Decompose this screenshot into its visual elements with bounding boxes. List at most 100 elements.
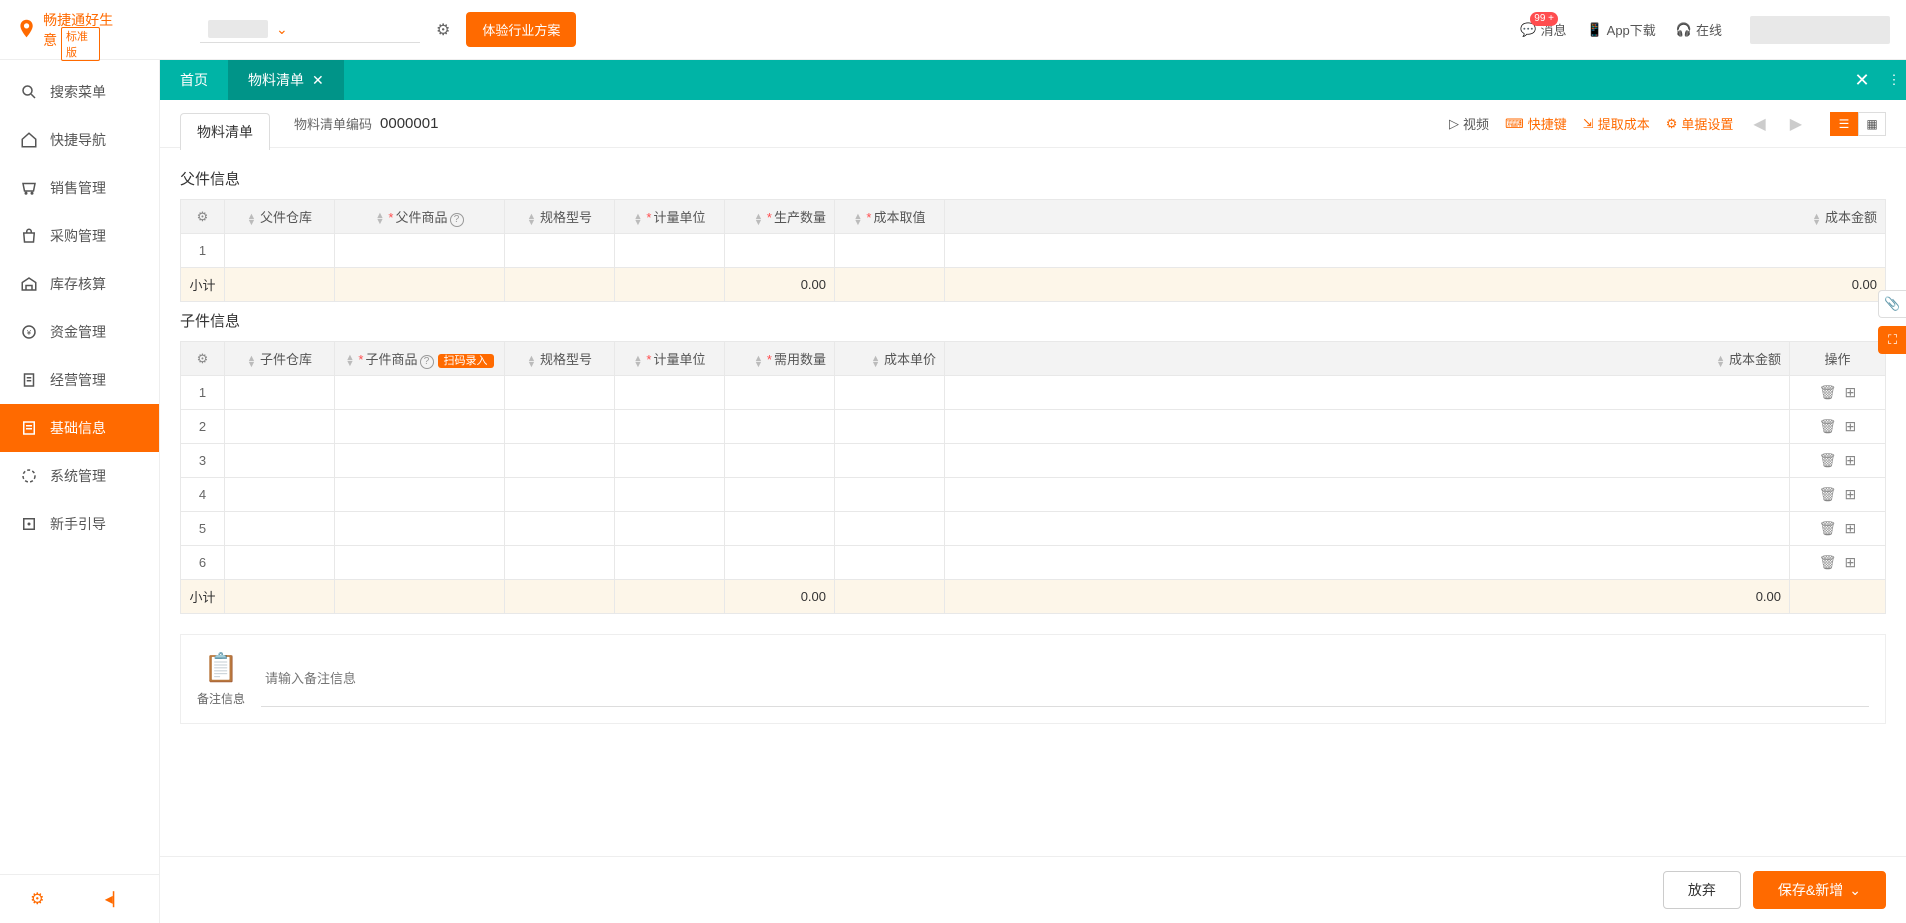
cell[interactable]	[945, 512, 1790, 546]
col-child-cost-amount[interactable]: ▲▼成本金额	[945, 342, 1790, 376]
info-icon[interactable]: ?	[450, 213, 464, 227]
col-child-unit-cost[interactable]: ▲▼成本单价	[835, 342, 945, 376]
gear-column-header[interactable]: ⚙	[181, 200, 225, 234]
delete-row-icon[interactable]: 🗑	[1819, 418, 1837, 434]
cell[interactable]	[335, 546, 505, 580]
delete-row-icon[interactable]: 🗑	[1819, 554, 1837, 570]
cell[interactable]	[725, 376, 835, 410]
content-scroll[interactable]: 父件信息 ⚙ ▲▼父件仓库 ▲▼*父件商品? ▲▼规格型号 ▲▼*计量单位 ▲▼…	[160, 148, 1906, 856]
col-child-warehouse[interactable]: ▲▼子件仓库	[225, 342, 335, 376]
col-parent-cost-method[interactable]: ▲▼*成本取值	[835, 200, 945, 234]
cell[interactable]	[945, 546, 1790, 580]
cell[interactable]	[335, 512, 505, 546]
cell[interactable]	[335, 410, 505, 444]
close-icon[interactable]: ✕	[312, 72, 324, 89]
child-row[interactable]: 6🗑⊞	[181, 546, 1886, 580]
col-child-need-qty[interactable]: ▲▼*需用数量	[725, 342, 835, 376]
tab-bom[interactable]: 物料清单 ✕	[228, 60, 344, 100]
cell[interactable]	[225, 234, 335, 268]
delete-row-icon[interactable]: 🗑	[1819, 452, 1837, 468]
delete-row-icon[interactable]: 🗑	[1819, 520, 1837, 536]
cell[interactable]	[225, 376, 335, 410]
col-parent-qty[interactable]: ▲▼*生产数量	[725, 200, 835, 234]
add-row-icon[interactable]: ⊞	[1845, 486, 1857, 502]
view-list-icon[interactable]: ☰	[1830, 112, 1858, 136]
cell[interactable]	[505, 376, 615, 410]
sidebar-item-system[interactable]: 系统管理	[0, 452, 159, 500]
cell[interactable]	[945, 234, 1886, 268]
child-row[interactable]: 3🗑⊞	[181, 444, 1886, 478]
cell[interactable]	[725, 546, 835, 580]
cell[interactable]	[835, 376, 945, 410]
col-child-product[interactable]: ▲▼*子件商品?扫码录入	[335, 342, 505, 376]
child-row[interactable]: 2🗑⊞	[181, 410, 1886, 444]
sidebar-collapse-icon[interactable]: ◂⎸	[105, 889, 129, 909]
cell[interactable]	[945, 478, 1790, 512]
fullscreen-icon[interactable]: ⛶	[1878, 326, 1906, 354]
shortcut-button[interactable]: ⌨ 快捷键	[1505, 114, 1567, 133]
sidebar-item-purchase[interactable]: 采购管理	[0, 212, 159, 260]
settings-gear-icon[interactable]: ⚙	[436, 20, 450, 40]
promo-button[interactable]: 体验行业方案	[466, 12, 576, 47]
add-row-icon[interactable]: ⊞	[1845, 520, 1857, 536]
remarks-input[interactable]	[261, 651, 1869, 707]
col-parent-unit[interactable]: ▲▼*计量单位	[615, 200, 725, 234]
cell[interactable]	[725, 512, 835, 546]
cell[interactable]	[225, 410, 335, 444]
col-parent-spec[interactable]: ▲▼规格型号	[505, 200, 615, 234]
extract-cost-button[interactable]: ⇲ 提取成本	[1583, 114, 1650, 133]
cell[interactable]	[615, 444, 725, 478]
cell[interactable]	[835, 546, 945, 580]
sidebar-item-funds[interactable]: ¥ 资金管理	[0, 308, 159, 356]
cell[interactable]	[615, 546, 725, 580]
cell[interactable]	[835, 512, 945, 546]
cell[interactable]	[725, 234, 835, 268]
scan-input-badge[interactable]: 扫码录入	[438, 354, 494, 368]
view-grid-icon[interactable]: ▦	[1858, 112, 1886, 136]
cell[interactable]	[335, 444, 505, 478]
cell[interactable]	[505, 478, 615, 512]
cell[interactable]	[835, 234, 945, 268]
col-parent-warehouse[interactable]: ▲▼父件仓库	[225, 200, 335, 234]
col-child-spec[interactable]: ▲▼规格型号	[505, 342, 615, 376]
cell[interactable]	[615, 376, 725, 410]
add-row-icon[interactable]: ⊞	[1845, 554, 1857, 570]
close-all-tabs-icon[interactable]: ✕	[1842, 60, 1882, 100]
messages-button[interactable]: 💬 消息 99 +	[1520, 20, 1566, 39]
cell[interactable]	[615, 512, 725, 546]
cell[interactable]	[835, 444, 945, 478]
discard-button[interactable]: 放弃	[1663, 871, 1741, 909]
col-parent-cost-amount[interactable]: ▲▼成本金额	[945, 200, 1886, 234]
cell[interactable]	[335, 376, 505, 410]
add-row-icon[interactable]: ⊞	[1845, 384, 1857, 400]
sidebar-settings-icon[interactable]: ⚙	[30, 889, 44, 909]
doc-settings-button[interactable]: ⚙ 单据设置	[1666, 114, 1734, 133]
sidebar-item-basic-info[interactable]: 基础信息	[0, 404, 159, 452]
cell[interactable]	[505, 410, 615, 444]
sidebar-item-inventory[interactable]: 库存核算	[0, 260, 159, 308]
gear-column-header[interactable]: ⚙	[181, 342, 225, 376]
online-support-button[interactable]: 🎧 在线	[1676, 20, 1722, 39]
cell[interactable]	[835, 478, 945, 512]
org-selector[interactable]: ⌄	[200, 16, 420, 43]
cell[interactable]	[615, 234, 725, 268]
cell[interactable]	[835, 410, 945, 444]
tab-home[interactable]: 首页	[160, 60, 228, 100]
prev-record-icon[interactable]: ◀	[1749, 114, 1769, 134]
cell[interactable]	[945, 444, 1790, 478]
col-parent-product[interactable]: ▲▼*父件商品?	[335, 200, 505, 234]
cell[interactable]	[225, 478, 335, 512]
cell[interactable]	[505, 234, 615, 268]
cell[interactable]	[725, 410, 835, 444]
child-row[interactable]: 5🗑⊞	[181, 512, 1886, 546]
page-title-tab[interactable]: 物料清单	[180, 113, 270, 150]
attachment-icon[interactable]: 📎	[1878, 290, 1906, 318]
sidebar-item-quicknav[interactable]: 快捷导航	[0, 116, 159, 164]
cell[interactable]	[725, 444, 835, 478]
info-icon[interactable]: ?	[420, 355, 434, 369]
cell[interactable]	[225, 512, 335, 546]
cell[interactable]	[615, 478, 725, 512]
sidebar-item-operation[interactable]: 经营管理	[0, 356, 159, 404]
tabs-more-icon[interactable]: ⋮	[1882, 60, 1906, 100]
parent-row[interactable]: 1	[181, 234, 1886, 268]
